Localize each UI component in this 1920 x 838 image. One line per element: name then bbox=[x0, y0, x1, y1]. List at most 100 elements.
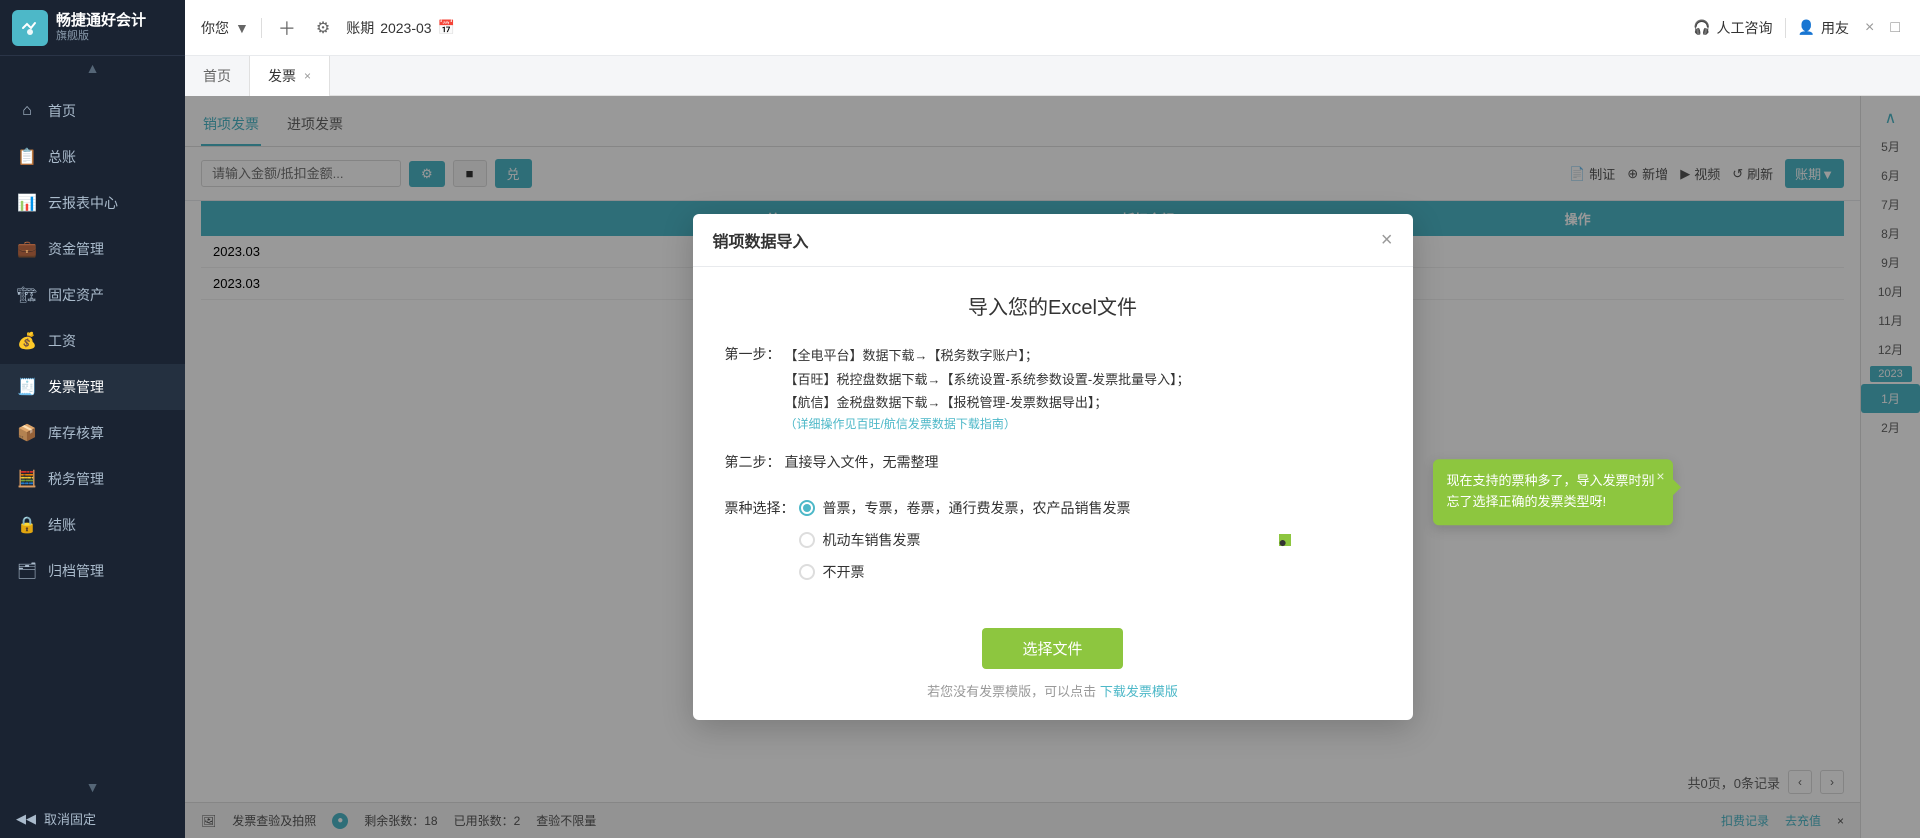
modal-body: 导入您的Excel文件 第一步： 【全电平台】数据下载→【税务数字账户】； 【百… bbox=[693, 267, 1413, 611]
template-link-area: 若您没有发票模版，可以点击 下载发票模版 bbox=[725, 681, 1381, 700]
tooltip-popup: × 现在支持的票种多了，导入发票时别忘了选择正确的发票类型呀! bbox=[1433, 459, 1673, 525]
step1-label: 第一步： bbox=[725, 344, 781, 431]
settings-icon[interactable]: ⚙ bbox=[312, 14, 334, 42]
sidebar-scroll-down[interactable]: ▼ bbox=[0, 775, 185, 799]
tab-invoice[interactable]: 发票 × bbox=[250, 56, 330, 96]
close-account-icon: 🔒 bbox=[16, 514, 38, 536]
sidebar-item-inventory[interactable]: 📦 库存核算 bbox=[0, 410, 185, 456]
service-button[interactable]: 🎧 人工咨询 bbox=[1693, 18, 1772, 38]
invoice-icon: 🧾 bbox=[16, 376, 38, 398]
sidebar-unpin[interactable]: ◀◀ 取消固定 bbox=[0, 799, 185, 838]
assets-icon: 🏗 bbox=[16, 284, 38, 306]
sidebar-item-label: 归档管理 bbox=[48, 561, 104, 581]
tab-home[interactable]: 首页 bbox=[185, 56, 250, 96]
topbar-divider bbox=[261, 18, 262, 38]
unpin-label: 取消固定 bbox=[44, 809, 96, 828]
radio-option-motor[interactable]: 机动车销售发票 ● bbox=[799, 524, 1131, 556]
topbar-divider2 bbox=[1785, 18, 1786, 38]
period-label: 账期 bbox=[346, 18, 374, 38]
tab-close-icon[interactable]: × bbox=[304, 69, 311, 83]
period-value: 2023-03 bbox=[380, 20, 431, 36]
archive-icon: 🗂 bbox=[16, 560, 38, 582]
company-selector[interactable]: 你您 ▼ bbox=[201, 18, 249, 38]
sidebar-item-label: 库存核算 bbox=[48, 423, 104, 443]
modal-header: 销项数据导入 × bbox=[693, 214, 1413, 267]
modal-dialog: 销项数据导入 × 导入您的Excel文件 第一步： 【全电平台】数据下载→【税务… bbox=[693, 214, 1413, 719]
radio-option-normal[interactable]: 普票，专票，卷票，通行费发票，农产品销售发票 bbox=[799, 492, 1131, 524]
sidebar-item-invoice[interactable]: 🧾 发票管理 bbox=[0, 364, 185, 410]
add-button[interactable]: ＋ bbox=[274, 11, 300, 45]
sidebar-item-assets[interactable]: 🏗 固定资产 bbox=[0, 272, 185, 318]
sidebar-item-payroll[interactable]: 💰 工资 bbox=[0, 318, 185, 364]
sidebar-item-label: 税务管理 bbox=[48, 469, 104, 489]
step2-label: 第二步： bbox=[725, 452, 781, 472]
radio-option-no-invoice[interactable]: 不开票 bbox=[799, 556, 1131, 588]
period-display: 账期 2023-03 📅 bbox=[346, 18, 455, 38]
content-area: 销项发票 进项发票 ⚙ ■ 兑 📄 制证 ⊕ 新增 ▶ bbox=[185, 96, 1920, 838]
sidebar-item-tax[interactable]: 🧮 税务管理 bbox=[0, 456, 185, 502]
select-file-button[interactable]: 选择文件 bbox=[982, 628, 1122, 669]
pin-icon: ◀◀ bbox=[16, 811, 36, 827]
radio-circle-no-invoice bbox=[799, 564, 815, 580]
sidebar-scroll-up[interactable]: ▲ bbox=[0, 56, 185, 80]
calendar-icon[interactable]: 📅 bbox=[438, 19, 455, 36]
user-menu[interactable]: 👤 用友 bbox=[1798, 18, 1849, 38]
user-icon: 👤 bbox=[1798, 19, 1815, 36]
modal-import-title: 导入您的Excel文件 bbox=[725, 291, 1381, 320]
main-area: 你您 ▼ ＋ ⚙ 账期 2023-03 📅 🎧 人工咨询 👤 用友 × bbox=[185, 0, 1920, 838]
step1-line-2: 【百旺】税控盘数据下载→【系统设置-系统参数设置-发票批量导入】； bbox=[785, 368, 1190, 391]
sidebar-item-label: 资金管理 bbox=[48, 239, 104, 259]
radio-group: 票种选择： 普票，专票，卷票，通行费发票，农产品销售发票 机动车销售发票 bbox=[725, 492, 1381, 588]
sidebar-item-archive[interactable]: 🗂 归档管理 bbox=[0, 548, 185, 594]
ledger-icon: 📋 bbox=[16, 146, 38, 168]
step1-line-1: 【全电平台】数据下载→【税务数字账户】； bbox=[785, 344, 1190, 367]
company-arrow-icon: ▼ bbox=[235, 20, 249, 36]
sidebar-item-label: 结账 bbox=[48, 515, 76, 535]
sidebar-item-funds[interactable]: 💼 资金管理 bbox=[0, 226, 185, 272]
inventory-icon: 📦 bbox=[16, 422, 38, 444]
company-name: 你您 bbox=[201, 18, 229, 38]
step2-content: 直接导入文件，无需整理 bbox=[785, 452, 939, 472]
headset-icon: 🎧 bbox=[1693, 19, 1710, 36]
sidebar-item-label: 固定资产 bbox=[48, 285, 104, 305]
modal-overlay: 销项数据导入 × 导入您的Excel文件 第一步： 【全电平台】数据下载→【税务… bbox=[185, 96, 1920, 838]
window-close-button[interactable]: × bbox=[1861, 15, 1878, 41]
home-icon: ⌂ bbox=[16, 100, 38, 122]
radio-options: 普票，专票，卷票，通行费发票，农产品销售发票 机动车销售发票 ● bbox=[799, 492, 1131, 588]
radio-circle-motor bbox=[799, 532, 815, 548]
topbar: 你您 ▼ ＋ ⚙ 账期 2023-03 📅 🎧 人工咨询 👤 用友 × bbox=[185, 0, 1920, 56]
radio-label: 票种选择： bbox=[725, 492, 795, 518]
window-maximize-button[interactable]: □ bbox=[1886, 15, 1904, 41]
sidebar-item-label: 总账 bbox=[48, 147, 76, 167]
sidebar-item-label: 云报表中心 bbox=[48, 193, 118, 213]
tooltip-indicator-dot: ● bbox=[1279, 534, 1291, 546]
window-controls: × □ bbox=[1861, 15, 1904, 41]
step2-block: 第二步： 直接导入文件，无需整理 bbox=[725, 452, 1381, 472]
sidebar-logo: 畅捷通好会计 旗舰版 bbox=[0, 0, 185, 56]
tax-icon: 🧮 bbox=[16, 468, 38, 490]
step1-link[interactable]: （详细操作见百旺/航信发票数据下载指南） bbox=[785, 415, 1190, 432]
tabbar: 首页 发票 × bbox=[185, 56, 1920, 96]
sidebar-item-ledger[interactable]: 📋 总账 bbox=[0, 134, 185, 180]
tooltip-close-button[interactable]: × bbox=[1656, 465, 1664, 487]
sidebar-logo-text: 畅捷通好会计 旗舰版 bbox=[56, 12, 146, 43]
modal-title: 销项数据导入 bbox=[713, 228, 809, 252]
sidebar-item-label: 首页 bbox=[48, 101, 76, 121]
sidebar-item-close[interactable]: 🔒 结账 bbox=[0, 502, 185, 548]
tooltip-text: 现在支持的票种多了，导入发票时别忘了选择正确的发票类型呀! bbox=[1447, 473, 1655, 509]
step1-content: 【全电平台】数据下载→【税务数字账户】； 【百旺】税控盘数据下载→【系统设置-系… bbox=[785, 344, 1190, 431]
step1-block: 第一步： 【全电平台】数据下载→【税务数字账户】； 【百旺】税控盘数据下载→【系… bbox=[725, 344, 1381, 431]
step1-line-3: 【航信】金税盘数据下载→【报税管理-发票数据导出】； bbox=[785, 391, 1190, 414]
payroll-icon: 💰 bbox=[16, 330, 38, 352]
sidebar: 畅捷通好会计 旗舰版 ▲ ⌂ 首页 📋 总账 📊 云报表中心 💼 资金管理 bbox=[0, 0, 185, 838]
modal-close-button[interactable]: × bbox=[1381, 230, 1393, 250]
sidebar-item-label: 工资 bbox=[48, 331, 76, 351]
sidebar-item-label: 发票管理 bbox=[48, 377, 104, 397]
modal-footer: 选择文件 若您没有发票模版，可以点击 下载发票模版 bbox=[693, 612, 1413, 720]
sidebar-item-reports[interactable]: 📊 云报表中心 bbox=[0, 180, 185, 226]
reports-icon: 📊 bbox=[16, 192, 38, 214]
radio-circle-normal bbox=[799, 500, 815, 516]
download-template-link[interactable]: 下载发票模版 bbox=[1100, 684, 1178, 699]
sidebar-item-home[interactable]: ⌂ 首页 bbox=[0, 88, 185, 134]
logo-icon bbox=[12, 10, 48, 46]
